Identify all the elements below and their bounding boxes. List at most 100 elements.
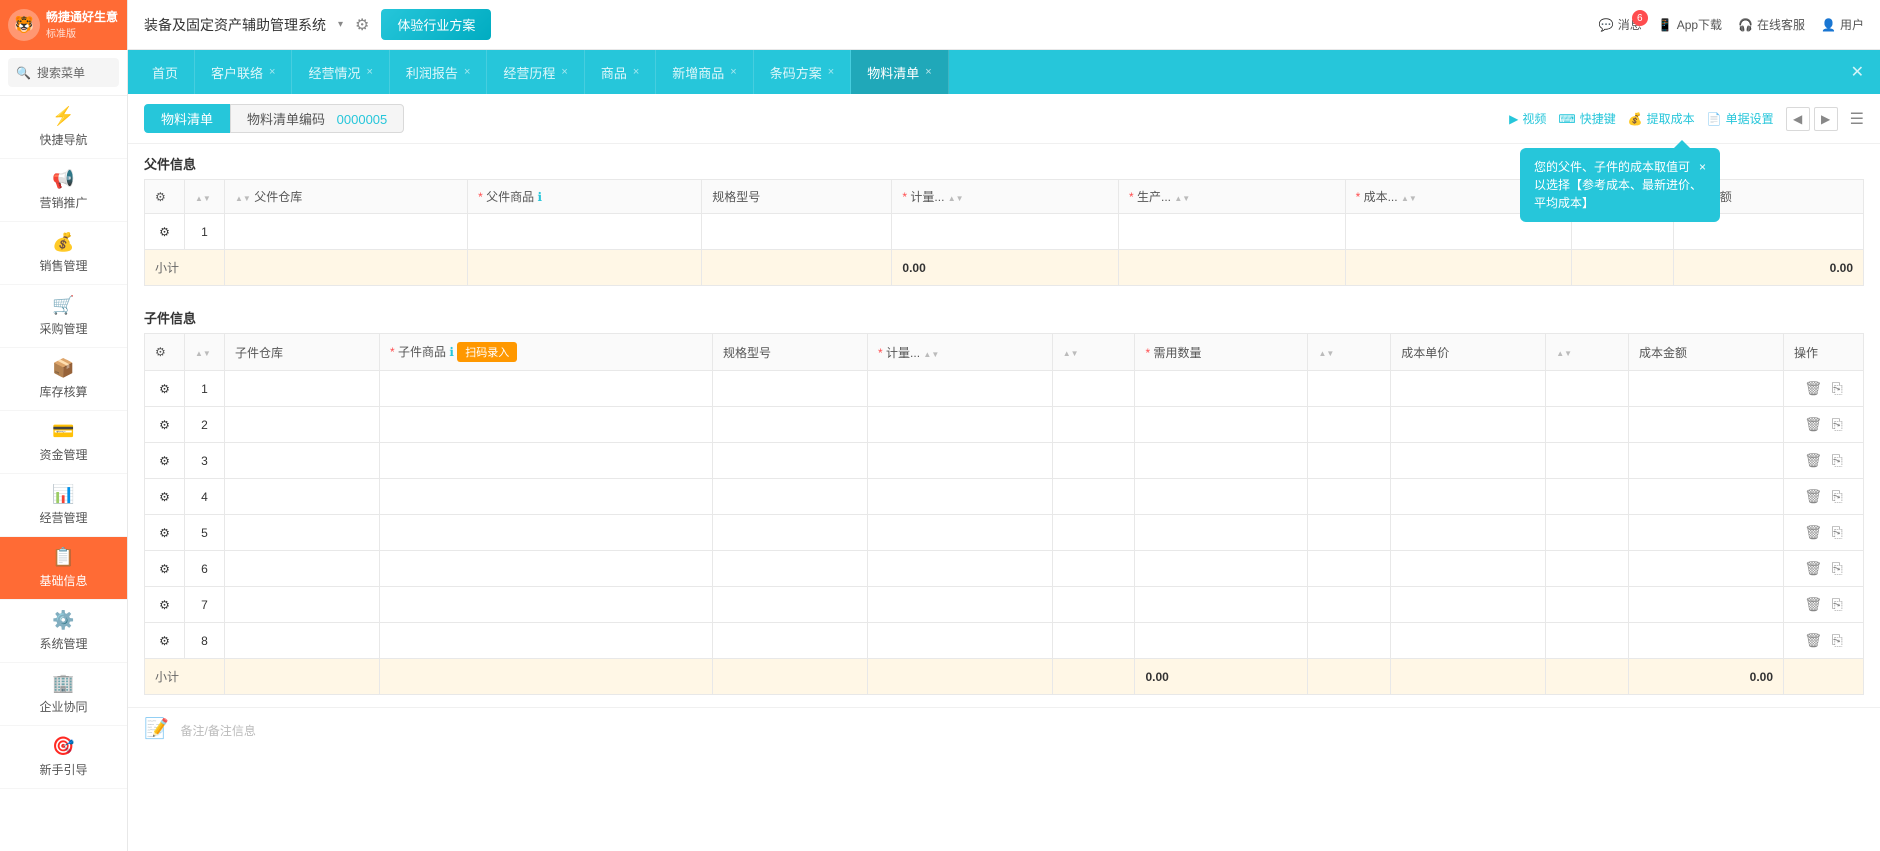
child-row-unit[interactable] (868, 407, 1053, 443)
next-record-button[interactable]: ▶ (1814, 107, 1838, 131)
shortcut-action-button[interactable]: ⌨ 快捷键 (1558, 110, 1615, 127)
child-row-spec[interactable] (713, 623, 868, 659)
sidebar-item-enterprise[interactable]: 🏢 企业协同 (0, 663, 127, 726)
nav-tab-新增商品[interactable]: 新增商品× (656, 50, 753, 94)
child-row-spec[interactable] (713, 587, 868, 623)
child-row-unit[interactable] (868, 623, 1053, 659)
delete-row-button[interactable]: 🗑 (1801, 452, 1825, 469)
child-row-unit-cost[interactable] (1391, 371, 1546, 407)
delete-row-button[interactable]: 🗑 (1801, 416, 1825, 433)
child-row-goods[interactable] (380, 515, 713, 551)
child-row-unit[interactable] (868, 551, 1053, 587)
child-row-spec[interactable] (713, 515, 868, 551)
child-row-unit[interactable] (868, 371, 1053, 407)
child-row-goods[interactable] (380, 623, 713, 659)
child-row-warehouse[interactable] (225, 587, 380, 623)
tab-close-button[interactable]: × (925, 66, 931, 78)
child-row-quantity[interactable] (1135, 479, 1308, 515)
child-row-spec[interactable] (713, 551, 868, 587)
tab-close-button[interactable]: × (730, 66, 736, 78)
copy-row-button[interactable]: ⎘ (1828, 524, 1845, 541)
tooltip-close-button[interactable]: × (1699, 158, 1706, 176)
tab-close-button[interactable]: × (366, 66, 372, 78)
sidebar-item-system[interactable]: ⚙️ 系统管理 (0, 600, 127, 663)
delete-row-button[interactable]: 🗑 (1801, 596, 1825, 613)
nav-tab-首页[interactable]: 首页 (136, 50, 195, 94)
parent-row-warehouse[interactable] (225, 214, 468, 250)
copy-row-button[interactable]: ⎘ (1828, 452, 1845, 469)
parent-row-spec[interactable] (702, 214, 892, 250)
user-button[interactable]: 👤 用户 (1821, 16, 1864, 33)
search-menu-button[interactable]: 🔍 搜索菜单 (8, 58, 119, 87)
grid-view-button[interactable]: ☰ (1850, 109, 1864, 129)
child-row-unit-cost[interactable] (1391, 407, 1546, 443)
child-row-unit-cost[interactable] (1391, 623, 1546, 659)
delete-row-button[interactable]: 🗑 (1801, 524, 1825, 541)
child-row-spec[interactable] (713, 479, 868, 515)
child-row-unit-cost[interactable] (1391, 587, 1546, 623)
child-row-goods[interactable] (380, 587, 713, 623)
child-row-goods[interactable] (380, 479, 713, 515)
child-row-quantity[interactable] (1135, 623, 1308, 659)
parent-row-unit[interactable] (892, 214, 1119, 250)
child-row-unit[interactable] (868, 479, 1053, 515)
child-row-goods[interactable] (380, 407, 713, 443)
delete-row-button[interactable]: 🗑 (1801, 632, 1825, 649)
child-row-goods[interactable] (380, 371, 713, 407)
settings-action-button[interactable]: 📄 单据设置 (1707, 110, 1774, 127)
child-row-unit-cost[interactable] (1391, 551, 1546, 587)
tab-bom[interactable]: 物料清单 (144, 104, 230, 133)
cost-action-button[interactable]: 💰 提取成本 (1628, 110, 1695, 127)
child-row-unit-cost[interactable] (1391, 515, 1546, 551)
sidebar-item-quick-nav[interactable]: ⚡ 快捷导航 (0, 96, 127, 159)
nav-tab-经营情况[interactable]: 经营情况× (292, 50, 389, 94)
settings-icon[interactable]: ⚙ (355, 15, 369, 35)
child-row-quantity[interactable] (1135, 371, 1308, 407)
tab-close-button[interactable]: × (828, 66, 834, 78)
nav-tab-客户联络[interactable]: 客户联络× (195, 50, 292, 94)
child-row-unit-cost[interactable] (1391, 479, 1546, 515)
sidebar-item-guide[interactable]: 🎯 新手引导 (0, 726, 127, 789)
copy-row-button[interactable]: ⎘ (1828, 560, 1845, 577)
child-row-spec[interactable] (713, 371, 868, 407)
message-button[interactable]: 💬 消息 6 (1599, 16, 1642, 33)
child-settings-icon[interactable]: ⚙ (155, 345, 166, 359)
nav-tab-物料清单[interactable]: 物料清单× (851, 50, 948, 94)
child-row-quantity[interactable] (1135, 443, 1308, 479)
nav-tab-经营历程[interactable]: 经营历程× (487, 50, 584, 94)
scan-input-button[interactable]: 扫码录入 (457, 342, 517, 362)
child-row-unit-cost[interactable] (1391, 443, 1546, 479)
prev-record-button[interactable]: ◀ (1786, 107, 1810, 131)
parent-row-production[interactable] (1118, 214, 1345, 250)
child-row-quantity[interactable] (1135, 587, 1308, 623)
child-row-unit[interactable] (868, 587, 1053, 623)
child-row-goods[interactable] (380, 443, 713, 479)
copy-row-button[interactable]: ⎘ (1828, 380, 1845, 397)
nav-tab-商品[interactable]: 商品× (585, 50, 656, 94)
child-row-warehouse[interactable] (225, 371, 380, 407)
online-service-button[interactable]: 🎧 在线客服 (1738, 16, 1805, 33)
child-row-quantity[interactable] (1135, 515, 1308, 551)
nav-tab-利润报告[interactable]: 利润报告× (390, 50, 487, 94)
child-row-spec[interactable] (713, 443, 868, 479)
sidebar-item-sales[interactable]: 💰 销售管理 (0, 222, 127, 285)
child-row-warehouse[interactable] (225, 623, 380, 659)
child-row-warehouse[interactable] (225, 551, 380, 587)
tab-close-button[interactable]: × (269, 66, 275, 78)
nav-tab-条码方案[interactable]: 条码方案× (754, 50, 851, 94)
delete-row-button[interactable]: 🗑 (1801, 380, 1825, 397)
video-action-button[interactable]: ▶ 视频 (1509, 110, 1546, 127)
child-row-warehouse[interactable] (225, 443, 380, 479)
child-row-unit[interactable] (868, 443, 1053, 479)
close-all-tabs-button[interactable]: ✕ (1843, 58, 1872, 86)
parent-row-goods[interactable] (468, 214, 702, 250)
system-title-dropdown[interactable]: ▾ (338, 19, 343, 30)
delete-row-button[interactable]: 🗑 (1801, 488, 1825, 505)
child-row-warehouse[interactable] (225, 407, 380, 443)
child-row-spec[interactable] (713, 407, 868, 443)
table-settings-icon[interactable]: ⚙ (155, 190, 166, 204)
copy-row-button[interactable]: ⎘ (1828, 488, 1845, 505)
sidebar-item-finance[interactable]: 💳 资金管理 (0, 411, 127, 474)
child-row-quantity[interactable] (1135, 551, 1308, 587)
tab-close-button[interactable]: × (464, 66, 470, 78)
